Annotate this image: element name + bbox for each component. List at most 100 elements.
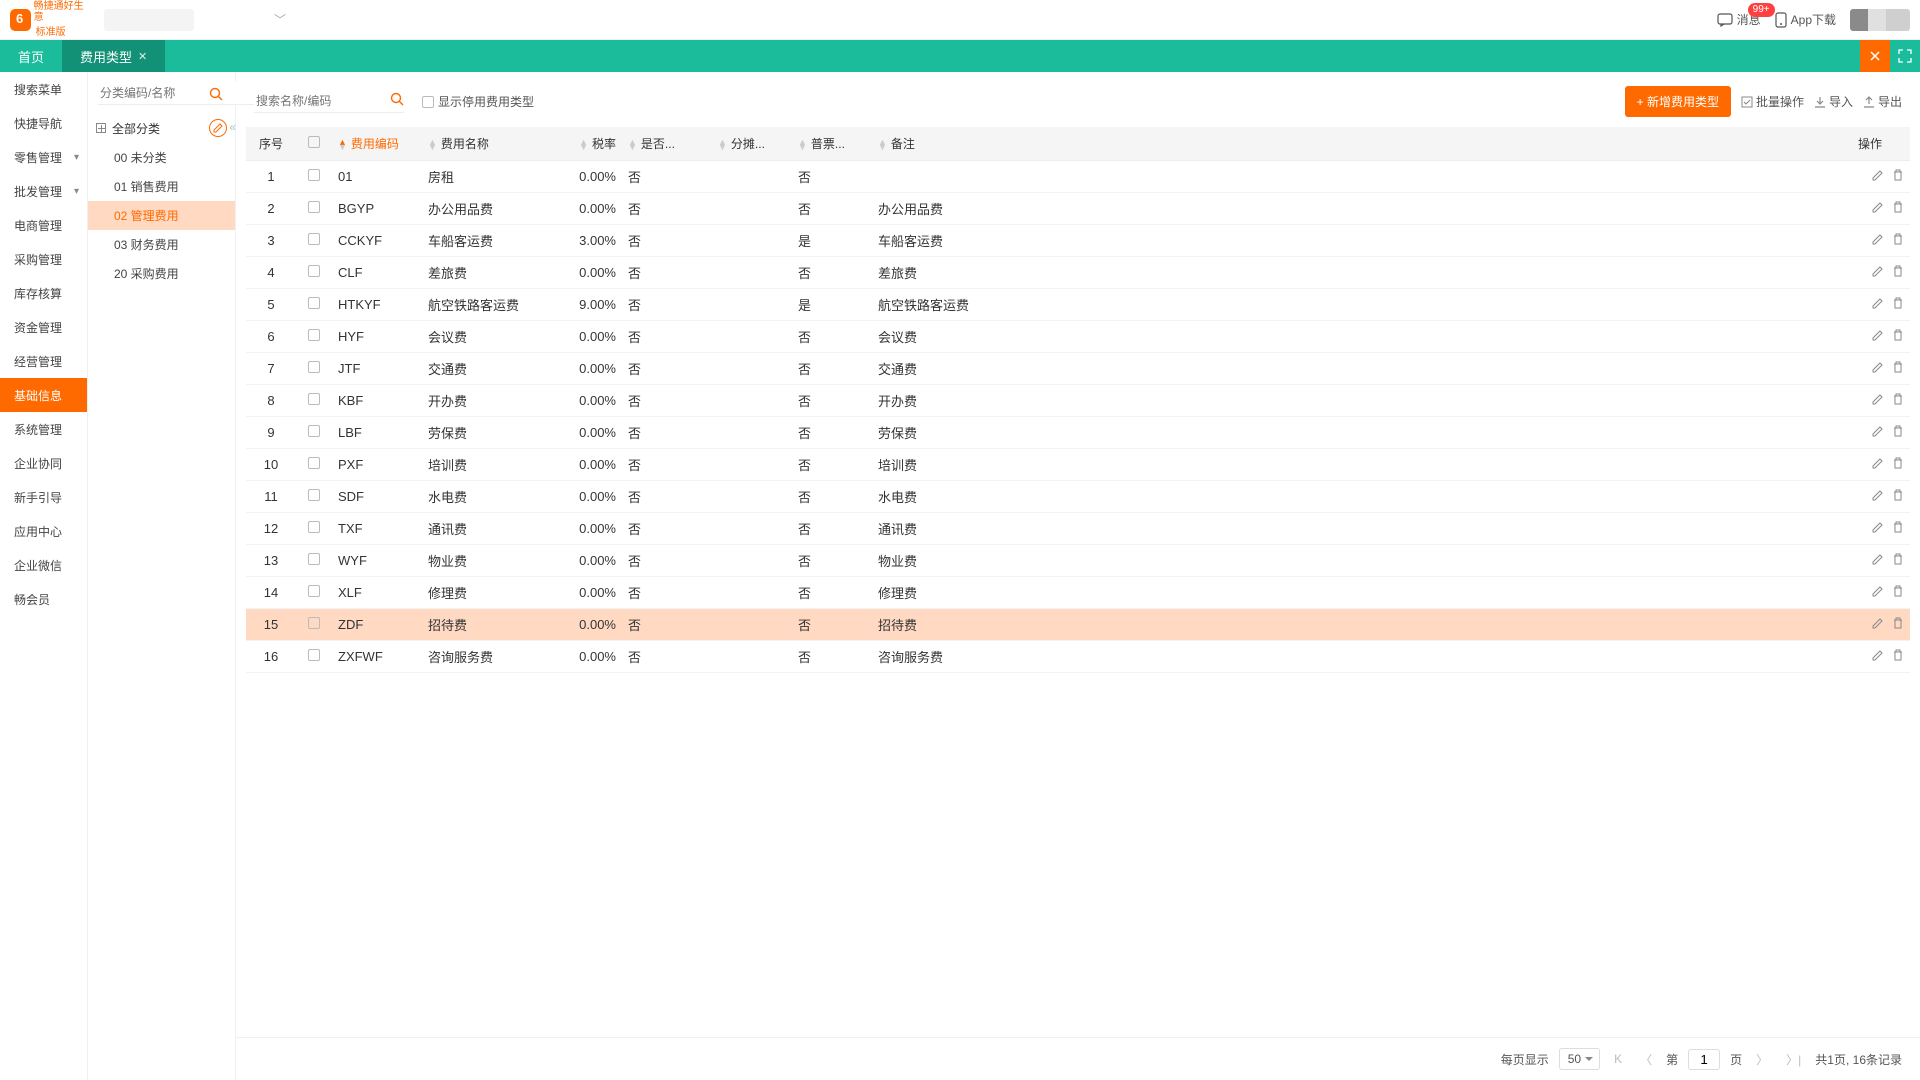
row-checkbox[interactable]	[296, 577, 332, 609]
sidebar-item-15[interactable]: 畅会员	[0, 582, 87, 616]
sidebar-item-2[interactable]: 零售管理▾	[0, 140, 87, 174]
row-checkbox[interactable]	[296, 481, 332, 513]
row-checkbox[interactable]	[296, 289, 332, 321]
table-search-input[interactable]	[254, 90, 404, 113]
batch-ops-button[interactable]: 批量操作	[1741, 93, 1804, 110]
sidebar-item-0[interactable]: 搜索菜单	[0, 72, 87, 106]
row-checkbox[interactable]	[296, 545, 332, 577]
table-row[interactable]: 5HTKYF航空铁路客运费9.00%否是航空铁路客运费	[246, 289, 1910, 321]
delete-icon[interactable]	[1892, 617, 1904, 629]
edit-category-button[interactable]	[209, 119, 227, 137]
table-row[interactable]: 11SDF水电费0.00%否否水电费	[246, 481, 1910, 513]
edit-icon[interactable]	[1872, 265, 1884, 277]
collapse-panel-icon[interactable]: «	[229, 120, 236, 134]
search-icon[interactable]	[390, 92, 404, 106]
delete-icon[interactable]	[1892, 649, 1904, 661]
category-item-2[interactable]: 02 管理费用	[88, 201, 235, 230]
table-row[interactable]: 3CCKYF车船客运费3.00%否是车船客运费	[246, 225, 1910, 257]
table-row[interactable]: 10PXF培训费0.00%否否培训费	[246, 449, 1910, 481]
col-code[interactable]: ▲▼费用编码	[332, 127, 422, 161]
edit-icon[interactable]	[1872, 425, 1884, 437]
delete-icon[interactable]	[1892, 585, 1904, 597]
sidebar-item-9[interactable]: 基础信息	[0, 378, 87, 412]
search-icon[interactable]	[209, 87, 223, 101]
delete-icon[interactable]	[1892, 329, 1904, 341]
col-remark[interactable]: ▲▼备注	[872, 127, 1830, 161]
sidebar-item-3[interactable]: 批发管理▾	[0, 174, 87, 208]
delete-icon[interactable]	[1892, 489, 1904, 501]
table-row[interactable]: 8KBF开办费0.00%否否开办费	[246, 385, 1910, 417]
sidebar-item-8[interactable]: 经营管理	[0, 344, 87, 378]
tab-0[interactable]: 首页	[0, 40, 62, 72]
row-checkbox[interactable]	[296, 257, 332, 289]
row-checkbox[interactable]	[296, 225, 332, 257]
col-rate[interactable]: ▲▼税率	[552, 127, 622, 161]
edit-icon[interactable]	[1872, 201, 1884, 213]
edit-icon[interactable]	[1872, 233, 1884, 245]
table-row[interactable]: 14XLF修理费0.00%否否修理费	[246, 577, 1910, 609]
table-row[interactable]: 2BGYP办公用品费0.00%否否办公用品费	[246, 193, 1910, 225]
col-voucher[interactable]: ▲▼普票...	[792, 127, 872, 161]
edit-icon[interactable]	[1872, 169, 1884, 181]
sidebar-item-5[interactable]: 采购管理	[0, 242, 87, 276]
show-disabled-checkbox[interactable]: 显示停用费用类型	[422, 93, 534, 110]
edit-icon[interactable]	[1872, 617, 1884, 629]
close-icon[interactable]: ✕	[138, 50, 147, 63]
fullscreen-button[interactable]	[1890, 40, 1920, 72]
table-row[interactable]: 6HYF会议费0.00%否否会议费	[246, 321, 1910, 353]
table-row[interactable]: 16ZXFWF咨询服务费0.00%否否咨询服务费	[246, 641, 1910, 673]
delete-icon[interactable]	[1892, 553, 1904, 565]
row-checkbox[interactable]	[296, 321, 332, 353]
sidebar-item-14[interactable]: 企业微信	[0, 548, 87, 582]
edit-icon[interactable]	[1872, 521, 1884, 533]
tab-1[interactable]: 费用类型✕	[62, 40, 165, 72]
user-avatar[interactable]	[1850, 9, 1910, 31]
row-checkbox[interactable]	[296, 449, 332, 481]
row-checkbox[interactable]	[296, 161, 332, 193]
sidebar-item-1[interactable]: 快捷导航	[0, 106, 87, 140]
col-name[interactable]: ▲▼费用名称	[422, 127, 552, 161]
sidebar-item-13[interactable]: 应用中心	[0, 514, 87, 548]
row-checkbox[interactable]	[296, 193, 332, 225]
delete-icon[interactable]	[1892, 393, 1904, 405]
sidebar-item-12[interactable]: 新手引导	[0, 480, 87, 514]
chevron-down-icon[interactable]: ﹀	[274, 11, 286, 28]
tab-close-all-button[interactable]	[1860, 40, 1890, 72]
page-input[interactable]	[1688, 1049, 1720, 1070]
table-row[interactable]: 7JTF交通费0.00%否否交通费	[246, 353, 1910, 385]
row-checkbox[interactable]	[296, 417, 332, 449]
sidebar-item-11[interactable]: 企业协同	[0, 446, 87, 480]
edit-icon[interactable]	[1872, 393, 1884, 405]
category-item-4[interactable]: 20 采购费用	[88, 259, 235, 288]
table-row[interactable]: 4CLF差旅费0.00%否否差旅费	[246, 257, 1910, 289]
sidebar-item-6[interactable]: 库存核算	[0, 276, 87, 310]
delete-icon[interactable]	[1892, 265, 1904, 277]
edit-icon[interactable]	[1872, 297, 1884, 309]
row-checkbox[interactable]	[296, 513, 332, 545]
all-categories-label[interactable]: 全部分类	[112, 120, 160, 137]
row-checkbox[interactable]	[296, 609, 332, 641]
import-button[interactable]: 导入	[1814, 93, 1853, 110]
table-row[interactable]: 101房租0.00%否否	[246, 161, 1910, 193]
prev-page-button[interactable]: 〈	[1636, 1051, 1656, 1068]
row-checkbox[interactable]	[296, 641, 332, 673]
category-item-3[interactable]: 03 财务费用	[88, 230, 235, 259]
category-item-0[interactable]: 00 未分类	[88, 143, 235, 172]
category-item-1[interactable]: 01 销售费用	[88, 172, 235, 201]
col-share[interactable]: ▲▼分摊...	[712, 127, 792, 161]
edit-icon[interactable]	[1872, 489, 1884, 501]
table-row[interactable]: 15ZDF招待费0.00%否否招待费	[246, 609, 1910, 641]
edit-icon[interactable]	[1872, 329, 1884, 341]
next-page-button[interactable]: 〉	[1752, 1051, 1772, 1068]
edit-icon[interactable]	[1872, 457, 1884, 469]
row-checkbox[interactable]	[296, 385, 332, 417]
table-row[interactable]: 13WYF物业费0.00%否否物业费	[246, 545, 1910, 577]
first-page-button[interactable]: K	[1610, 1052, 1626, 1066]
sidebar-item-10[interactable]: 系统管理	[0, 412, 87, 446]
delete-icon[interactable]	[1892, 521, 1904, 533]
sidebar-item-4[interactable]: 电商管理	[0, 208, 87, 242]
delete-icon[interactable]	[1892, 169, 1904, 181]
sidebar-item-7[interactable]: 资金管理	[0, 310, 87, 344]
edit-icon[interactable]	[1872, 585, 1884, 597]
last-page-button[interactable]: 〉|	[1782, 1051, 1805, 1068]
